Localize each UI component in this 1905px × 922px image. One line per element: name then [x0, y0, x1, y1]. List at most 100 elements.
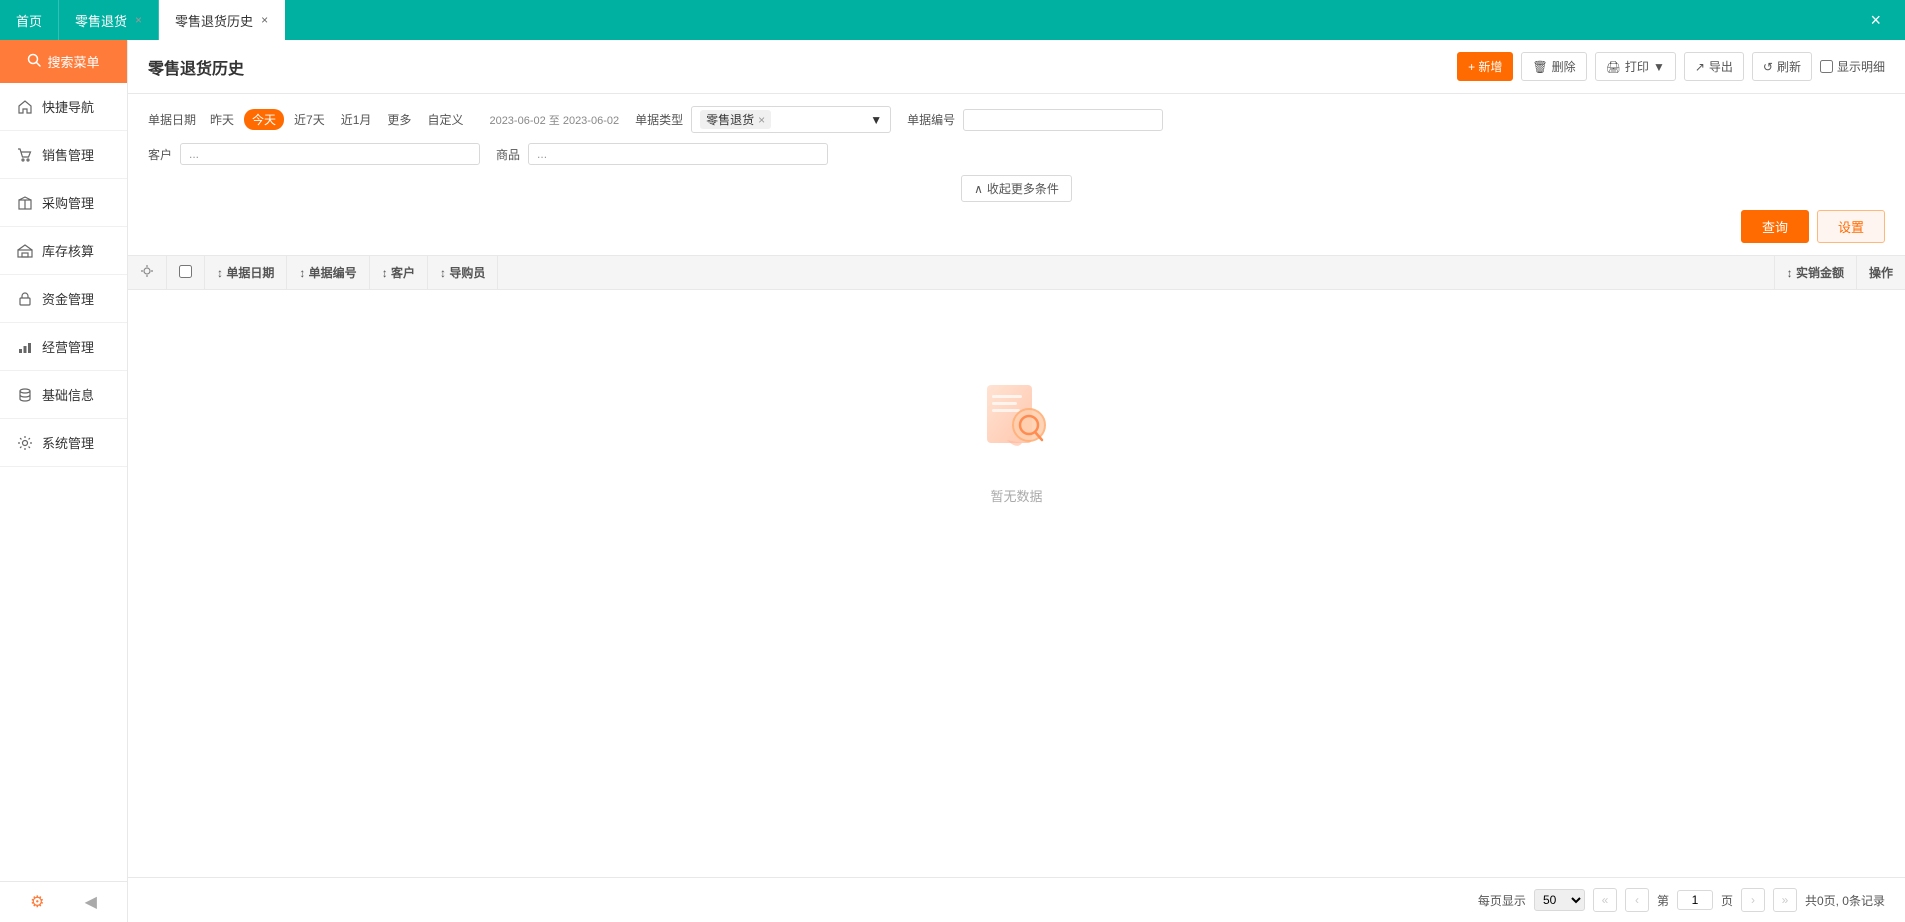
print-icon: 🖨 — [1606, 60, 1621, 74]
customer-filter: 客户 ... — [148, 143, 480, 165]
select-all-checkbox[interactable] — [179, 265, 192, 278]
export-button[interactable]: ↗ 导出 — [1684, 52, 1744, 81]
doc-type-label: 单据类型 — [635, 111, 683, 128]
table-body: 暂无数据 — [128, 290, 1905, 586]
gear-settings-button[interactable]: ⚙ — [30, 892, 44, 912]
date-shortcut-today[interactable]: 今天 — [244, 109, 284, 130]
show-detail-checkbox[interactable] — [1820, 60, 1833, 73]
sidebar-search[interactable]: 搜索菜单 — [0, 40, 127, 83]
next-page-button[interactable]: › — [1741, 888, 1765, 912]
th-checkbox — [167, 256, 205, 290]
sidebar-item-system-mgmt[interactable]: 系统管理 — [0, 419, 127, 467]
delete-button[interactable]: 🗑 删除 — [1521, 52, 1586, 81]
pagination-bar: 每页显示 50 10 20 100 « ‹ 第 1 页 › » 共0页, 0条记… — [128, 877, 1905, 922]
sidebar-item-sales-mgmt-label: 销售管理 — [42, 145, 94, 164]
doc-number-input[interactable] — [963, 109, 1163, 131]
goods-placeholder: ... — [537, 147, 547, 161]
settings-icon — [16, 434, 34, 452]
th-doc-date: ↕ 单据日期 — [205, 256, 287, 290]
page-prefix-label: 第 — [1657, 892, 1669, 909]
doc-type-tag-remove[interactable]: × — [758, 113, 765, 127]
sidebar: 搜索菜单 快捷导航 销售管理 采购管理 — [0, 40, 128, 922]
search-icon — [27, 53, 41, 70]
collapse-sidebar-button[interactable]: ◀ — [85, 892, 97, 912]
per-page-label: 每页显示 — [1478, 892, 1526, 909]
sidebar-item-inventory[interactable]: 库存核算 — [0, 227, 127, 275]
filter-area: 单据日期 昨天 今天 近7天 近1月 更多 自定义 2023-06-02 至 2… — [128, 94, 1905, 256]
table-area: ↕ 单据日期 ↕ 单据编号 ↕ 客户 ↕ 导购员 ↕ — [128, 256, 1905, 877]
per-page-select[interactable]: 50 10 20 100 — [1534, 889, 1585, 911]
first-page-button[interactable]: « — [1593, 888, 1617, 912]
sidebar-item-basic-info[interactable]: 基础信息 — [0, 371, 127, 419]
th-settings — [128, 256, 167, 290]
tab-retail-return-close[interactable]: × — [135, 13, 142, 27]
date-shortcut-yesterday[interactable]: 昨天 — [204, 109, 240, 130]
main-layout: 搜索菜单 快捷导航 销售管理 采购管理 — [0, 40, 1905, 922]
sidebar-menu: 快捷导航 销售管理 采购管理 库存核算 — [0, 83, 127, 881]
th-spacer — [498, 256, 1774, 290]
date-range-display: 2023-06-02 至 2023-06-02 — [485, 112, 619, 128]
filter-row-2: 客户 ... 商品 ... — [148, 143, 1885, 165]
window-close-button[interactable]: × — [1862, 6, 1889, 35]
date-range-value: 2023-06-02 至 2023-06-02 — [489, 112, 619, 128]
tab-retail-return[interactable]: 零售退货 × — [59, 0, 159, 40]
query-button[interactable]: 查询 — [1741, 210, 1809, 243]
th-actual-amount: ↕ 实销金额 — [1774, 256, 1856, 290]
tab-home-label: 首页 — [16, 11, 42, 30]
goods-label: 商品 — [496, 146, 520, 163]
tab-retail-return-history[interactable]: 零售退货历史 × — [159, 0, 285, 40]
filter-row-1: 单据日期 昨天 今天 近7天 近1月 更多 自定义 2023-06-02 至 2… — [148, 106, 1885, 133]
th-customer-label: ↕ 客户 — [382, 266, 415, 280]
sidebar-item-sales-mgmt[interactable]: 销售管理 — [0, 131, 127, 179]
th-guide-label: ↕ 导购员 — [440, 266, 485, 280]
sidebar-item-quick-nav[interactable]: 快捷导航 — [0, 83, 127, 131]
tab-list: 首页 零售退货 × 零售退货历史 × — [0, 0, 1862, 40]
delete-icon: 🗑 — [1532, 60, 1547, 74]
th-customer: ↕ 客户 — [369, 256, 427, 290]
th-doc-date-label: ↕ 单据日期 — [217, 266, 274, 280]
doc-type-tag: 零售退货 × — [700, 110, 771, 129]
add-button[interactable]: + 新增 — [1457, 52, 1513, 81]
date-shortcuts: 昨天 今天 近7天 近1月 更多 自定义 — [204, 109, 469, 130]
collapse-icon: ∧ — [974, 182, 983, 196]
date-shortcut-custom[interactable]: 自定义 — [421, 109, 469, 130]
goods-input[interactable]: ... — [528, 143, 828, 165]
content-area: 零售退货历史 + 新增 🗑 删除 🖨 打印 ▼ ↗ 导出 ↺ — [128, 40, 1905, 922]
th-actions: 操作 — [1856, 256, 1905, 290]
date-shortcut-more[interactable]: 更多 — [381, 109, 417, 130]
sidebar-search-label: 搜索菜单 — [47, 52, 99, 71]
home-icon — [16, 98, 34, 116]
setting-button[interactable]: 设置 — [1817, 210, 1885, 243]
sidebar-item-operation-mgmt-label: 经营管理 — [42, 337, 94, 356]
goods-filter: 商品 ... — [496, 143, 828, 165]
lock-icon — [16, 290, 34, 308]
tab-retail-return-history-label: 零售退货历史 — [175, 11, 253, 30]
export-icon: ↗ — [1695, 60, 1705, 74]
tab-retail-return-history-close[interactable]: × — [261, 13, 268, 27]
top-bar: 首页 零售退货 × 零售退货历史 × × — [0, 0, 1905, 40]
toolbar-buttons: + 新增 🗑 删除 🖨 打印 ▼ ↗ 导出 ↺ 刷新 — [1457, 52, 1885, 81]
chart-icon — [16, 338, 34, 356]
doc-type-select[interactable]: 零售退货 × ▼ — [691, 106, 891, 133]
doc-number-label: 单据编号 — [907, 111, 955, 128]
warehouse-icon — [16, 242, 34, 260]
doc-number-filter: 单据编号 — [907, 109, 1163, 131]
prev-page-button[interactable]: ‹ — [1625, 888, 1649, 912]
doc-type-tag-value: 零售退货 — [706, 111, 754, 128]
sidebar-item-finance-mgmt[interactable]: 资金管理 — [0, 275, 127, 323]
refresh-button[interactable]: ↺ 刷新 — [1752, 52, 1812, 81]
collapse-conditions-button[interactable]: ∧ 收起更多条件 — [961, 175, 1072, 202]
sidebar-item-system-mgmt-label: 系统管理 — [42, 433, 94, 452]
sidebar-item-purchase-mgmt[interactable]: 采购管理 — [0, 179, 127, 227]
doc-type-filter: 单据类型 零售退货 × ▼ — [635, 106, 891, 133]
data-table: ↕ 单据日期 ↕ 单据编号 ↕ 客户 ↕ 导购员 ↕ — [128, 256, 1905, 585]
last-page-button[interactable]: » — [1773, 888, 1797, 912]
tab-home[interactable]: 首页 — [0, 0, 59, 40]
column-settings-icon[interactable] — [140, 267, 154, 281]
customer-input[interactable]: ... — [180, 143, 480, 165]
sidebar-item-operation-mgmt[interactable]: 经营管理 — [0, 323, 127, 371]
page-number-input[interactable]: 1 — [1677, 890, 1713, 910]
date-shortcut-7days[interactable]: 近7天 — [288, 109, 331, 130]
date-shortcut-1month[interactable]: 近1月 — [335, 109, 378, 130]
print-button[interactable]: 🖨 打印 ▼ — [1595, 52, 1676, 81]
